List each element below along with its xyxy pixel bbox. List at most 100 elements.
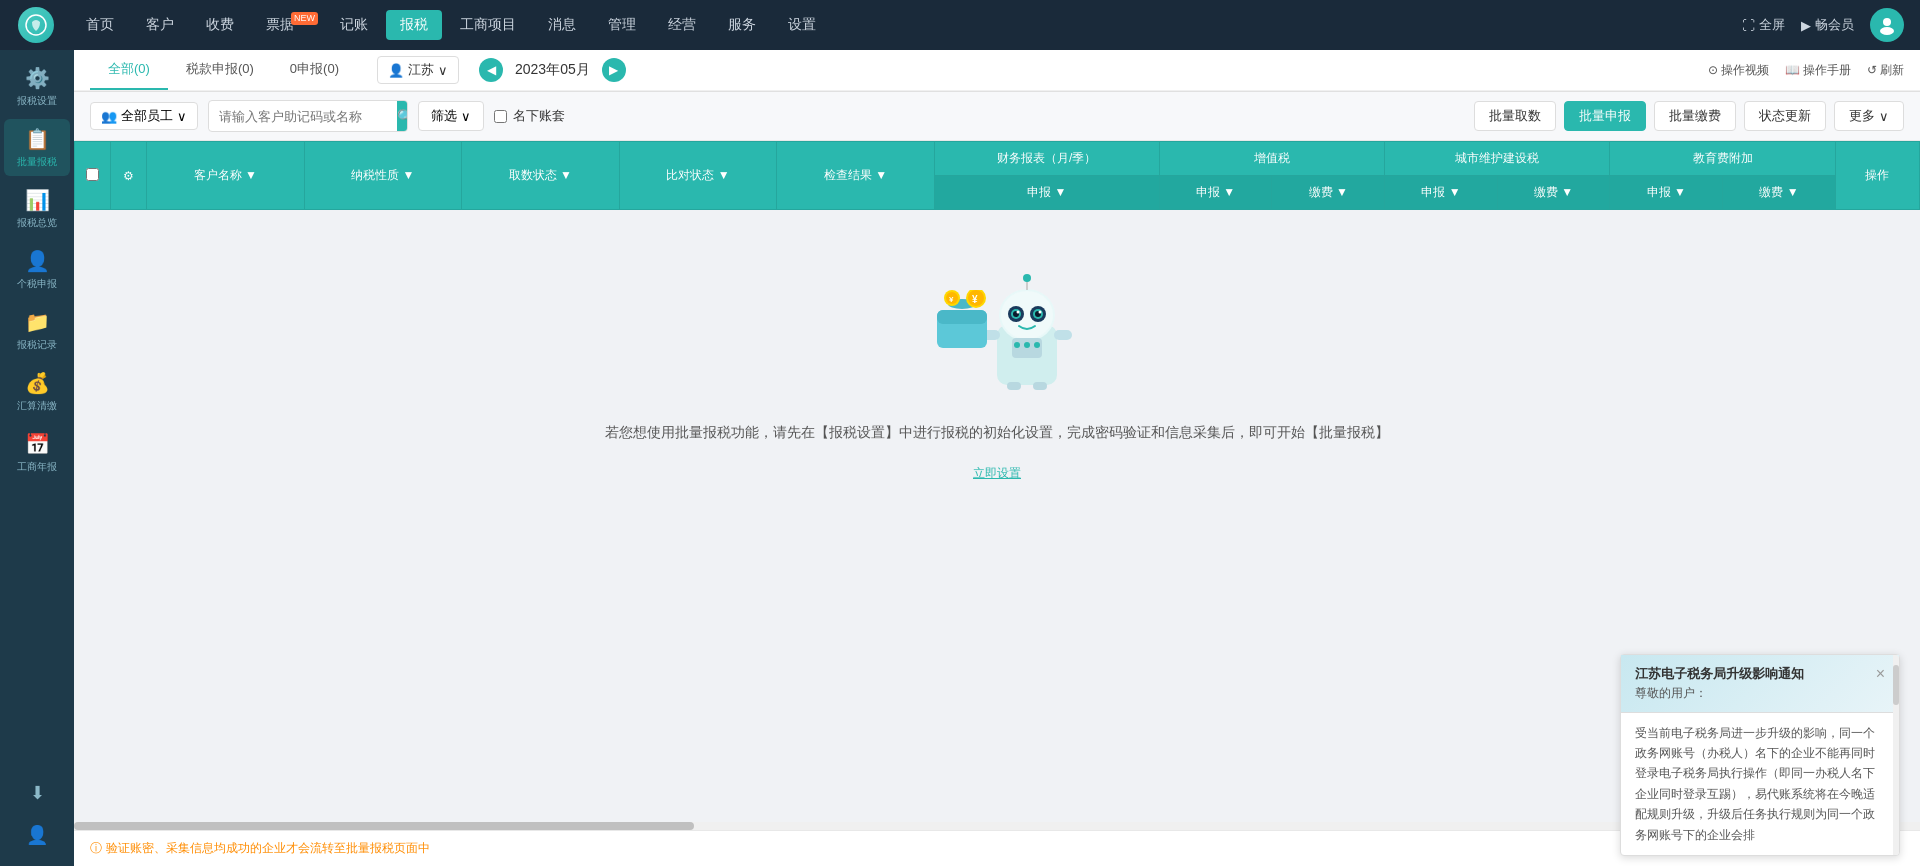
fetch-status-header[interactable]: 取数状态 ▼ — [462, 142, 620, 210]
notification-body: 受当前电子税务局进一步升级的影响，同一个政务网账号（办税人）名下的企业不能再同时… — [1621, 713, 1899, 855]
vat-header: 增值税 — [1159, 142, 1384, 176]
batch-fetch-btn[interactable]: 批量取数 — [1474, 101, 1556, 131]
new-badge: NEW — [291, 12, 318, 25]
nav-settings[interactable]: 设置 — [774, 10, 830, 40]
checkbox-label[interactable]: 名下账套 — [494, 107, 565, 125]
nav-service[interactable]: 服务 — [714, 10, 770, 40]
nav-operation[interactable]: 经营 — [654, 10, 710, 40]
filter-btn[interactable]: 筛选 ∨ — [418, 101, 484, 131]
logo-icon — [18, 7, 54, 43]
scrollbar-thumb — [1893, 665, 1899, 705]
nav-invoice[interactable]: 票据 NEW — [252, 10, 322, 40]
sidebar-item-personal-tax[interactable]: 👤 个税申报 — [4, 241, 70, 298]
annual-report-icon: 📅 — [25, 432, 50, 456]
sidebar-bottom: ⬇ 👤 — [4, 774, 70, 866]
sidebar-item-download[interactable]: ⬇ — [4, 774, 70, 812]
batch-pay-btn[interactable]: 批量缴费 — [1654, 101, 1736, 131]
region-selector[interactable]: 👤 江苏 ∨ — [377, 56, 459, 84]
search-input[interactable] — [209, 104, 397, 129]
notification-close-btn[interactable]: × — [1876, 665, 1885, 683]
user-icon: 👤 — [26, 824, 48, 846]
client-name-header[interactable]: 客户名称 ▼ — [147, 142, 305, 210]
logo[interactable] — [16, 5, 56, 45]
checkbox-header[interactable] — [75, 142, 111, 210]
sidebar-item-tax-settings[interactable]: ⚙️ 报税设置 — [4, 58, 70, 115]
edu-sub-pay-header[interactable]: 缴费 ▼ — [1723, 176, 1836, 210]
nav-customer[interactable]: 客户 — [132, 10, 188, 40]
tax-nature-header[interactable]: 纳税性质 ▼ — [304, 142, 462, 210]
region-chevron-icon: ∨ — [438, 63, 448, 78]
city-sub-declare-header[interactable]: 申报 ▼ — [1385, 176, 1498, 210]
compare-status-header[interactable]: 比对状态 ▼ — [619, 142, 777, 210]
nav-billing[interactable]: 收费 — [192, 10, 248, 40]
operation-manual-btn[interactable]: 📖 操作手册 — [1785, 62, 1851, 79]
nav-message[interactable]: 消息 — [534, 10, 590, 40]
vat-pay-filter-icon: ▼ — [1336, 185, 1348, 199]
search-box: 🔍 — [208, 100, 408, 132]
city-construction-header: 城市维护建设税 — [1385, 142, 1610, 176]
prev-month-btn[interactable]: ◀ — [479, 58, 503, 82]
next-month-btn[interactable]: ▶ — [602, 58, 626, 82]
tab-tax-declare[interactable]: 税款申报(0) — [168, 50, 272, 90]
tab-zero-declare[interactable]: 0申报(0) — [272, 50, 357, 90]
download-icon: ⬇ — [30, 782, 45, 804]
main-layout: ⚙️ 报税设置 📋 批量报税 📊 报税总览 👤 个税申报 📁 报税记录 💰 汇算… — [0, 50, 1920, 866]
operation-video-btn[interactable]: ⊙ 操作视频 — [1708, 62, 1769, 79]
search-icon: 🔍 — [397, 109, 408, 124]
fullscreen-btn[interactable]: ⛶ 全屏 — [1742, 16, 1785, 34]
month-nav: ◀ 2023年05月 ▶ — [479, 58, 626, 82]
nav-manage[interactable]: 管理 — [594, 10, 650, 40]
select-all-checkbox[interactable] — [86, 168, 99, 181]
tax-records-icon: 📁 — [25, 310, 50, 334]
employee-select[interactable]: 👥 全部员工 ∨ — [90, 102, 198, 130]
svg-text:¥: ¥ — [949, 295, 954, 304]
member-btn[interactable]: ▶ 畅会员 — [1801, 16, 1854, 34]
sidebar-item-tax-records[interactable]: 📁 报税记录 — [4, 302, 70, 359]
avatar[interactable] — [1870, 8, 1904, 42]
status-update-btn[interactable]: 状态更新 — [1744, 101, 1826, 131]
nav-tax[interactable]: 报税 — [386, 10, 442, 40]
nav-right: ⛶ 全屏 ▶ 畅会员 — [1742, 8, 1904, 42]
settlement-icon: 💰 — [25, 371, 50, 395]
empty-message: 若您想使用批量报税功能，请先在【报税设置】中进行报税的初始化设置，完成密码验证和… — [605, 420, 1389, 445]
nav-accounting[interactable]: 记账 — [326, 10, 382, 40]
svg-rect-32 — [1033, 382, 1047, 390]
financial-sub-declare-header[interactable]: 申报 ▼ — [934, 176, 1159, 210]
warning-icon: ⓘ — [90, 840, 102, 857]
tab-all[interactable]: 全部(0) — [90, 50, 168, 90]
filter-row: 👥 全部员工 ∨ 🔍 筛选 ∨ 名下账套 批量取数 批量申报 批 — [74, 92, 1920, 141]
scrollbar-thumb-h — [74, 822, 694, 830]
edu-sub-declare-header[interactable]: 申报 ▼ — [1610, 176, 1723, 210]
refresh-btn[interactable]: ↺ 刷新 — [1867, 62, 1904, 79]
batch-declare-btn[interactable]: 批量申报 — [1564, 101, 1646, 131]
sidebar-item-user[interactable]: 👤 — [4, 816, 70, 854]
gear-header[interactable]: ⚙ — [111, 142, 147, 210]
svg-point-21 — [1017, 311, 1020, 314]
nav-business[interactable]: 工商项目 — [446, 10, 530, 40]
more-chevron-icon: ∨ — [1879, 109, 1889, 124]
financial-report-header: 财务报表（月/季） — [934, 142, 1159, 176]
setup-link[interactable]: 立即设置 — [973, 465, 1021, 482]
svg-point-2 — [1880, 27, 1894, 35]
svg-point-24 — [1023, 274, 1031, 282]
svg-point-22 — [1039, 311, 1042, 314]
robot-illustration: ¥ ¥ — [922, 270, 1072, 400]
sidebar-item-annual-report[interactable]: 📅 工商年报 — [4, 424, 70, 481]
vat-sub-pay-header[interactable]: 缴费 ▼ — [1272, 176, 1385, 210]
sidebar: ⚙️ 报税设置 📋 批量报税 📊 报税总览 👤 个税申报 📁 报税记录 💰 汇算… — [0, 50, 74, 866]
nav-home[interactable]: 首页 — [72, 10, 128, 40]
svg-point-30 — [1034, 342, 1040, 348]
notification-scrollbar[interactable] — [1893, 655, 1899, 855]
empty-state: ¥ ¥ — [75, 210, 1920, 542]
sidebar-item-settlement[interactable]: 💰 汇算清缴 — [4, 363, 70, 420]
check-result-filter-icon: ▼ — [875, 168, 887, 182]
sidebar-item-batch-tax[interactable]: 📋 批量报税 — [4, 119, 70, 176]
vat-sub-declare-header[interactable]: 申报 ▼ — [1159, 176, 1272, 210]
sidebar-item-tax-overview[interactable]: 📊 报税总览 — [4, 180, 70, 237]
city-sub-pay-header[interactable]: 缴费 ▼ — [1497, 176, 1610, 210]
check-result-header[interactable]: 检查结果 ▼ — [777, 142, 935, 210]
accounts-checkbox[interactable] — [494, 110, 507, 123]
client-name-filter-icon: ▼ — [245, 168, 257, 182]
more-btn[interactable]: 更多 ∨ — [1834, 101, 1904, 131]
search-button[interactable]: 🔍 — [397, 101, 408, 131]
